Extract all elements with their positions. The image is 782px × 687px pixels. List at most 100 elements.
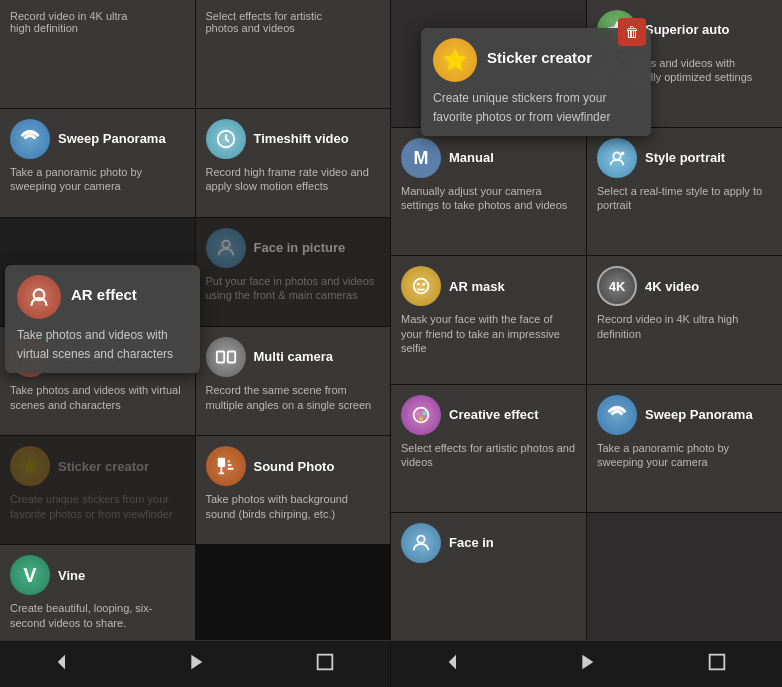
creative-desc: Select effects for artistic photos and v…	[401, 441, 576, 470]
svg-marker-5	[21, 457, 39, 474]
svg-point-15	[422, 283, 425, 286]
grid-item-sweep-panorama[interactable]: Sweep Panorama Take a panoramic photo by…	[0, 109, 195, 217]
item-header-sweep: Sweep Panorama	[10, 119, 185, 159]
item-header-timeshift: Timeshift video	[206, 119, 381, 159]
grid-item-manual[interactable]: M Manual Manually adjust your camera set…	[391, 128, 586, 255]
bottom-nav-area	[0, 640, 782, 687]
sweep-right-title: Sweep Panorama	[645, 407, 753, 423]
superior-title: Superior auto	[645, 22, 730, 38]
item-header-face: Face in picture	[206, 228, 381, 268]
grid-item-face-picture[interactable]: Face in picture Put your face in photos …	[196, 218, 391, 326]
grid-item-creative-partial[interactable]: Select effects for artisticphotos and vi…	[196, 0, 391, 108]
svg-point-14	[417, 283, 420, 286]
manual-title: Manual	[449, 150, 494, 166]
item-header-ar-mask: AR mask	[401, 266, 576, 306]
item-header-ar: AR effect	[10, 337, 185, 377]
svg-marker-23	[191, 654, 202, 669]
multi-desc: Record the same scene from multiple angl…	[206, 383, 381, 412]
grid-item-ar-effect[interactable]: AR effect Take photos and videos with vi…	[0, 327, 195, 435]
multi-icon	[206, 337, 246, 377]
svg-rect-4	[227, 352, 234, 363]
right-nav-bar	[391, 640, 782, 687]
creative-icon	[401, 395, 441, 435]
sticker-left-desc: Create unique stickers from your favorit…	[10, 492, 185, 521]
ar-mask-desc: Mask your face with the face of your fri…	[401, 312, 576, 355]
svg-point-12	[621, 152, 625, 156]
sweep-title: Sweep Panorama	[58, 131, 166, 147]
item-header-creative: Creative effect	[401, 395, 576, 435]
svg-point-19	[419, 416, 424, 421]
sound-desc: Take photos with background sound (birds…	[206, 492, 381, 521]
sweep-right-desc: Take a panoramic photo by sweeping your …	[597, 441, 772, 470]
manual-desc: Manually adjust your camera settings to …	[401, 184, 576, 213]
item-header-4k: 4K 4K video	[597, 266, 772, 306]
left-home-btn[interactable]	[294, 643, 356, 686]
grid-item-face-empty	[0, 218, 195, 326]
svg-rect-3	[216, 352, 223, 363]
partial-text-4k: Record video in 4K ultrahigh definition	[10, 10, 185, 34]
grid-item-sweep-right[interactable]: Sweep Panorama Take a panoramic photo by…	[587, 385, 782, 512]
sticker-left-title: Sticker creator	[58, 459, 149, 475]
manual-icon: M	[401, 138, 441, 178]
4k-title: 4K video	[645, 279, 699, 295]
item-header-face-right: Face in	[401, 523, 576, 563]
4k-icon: 4K	[597, 266, 637, 306]
face-desc: Put your face in photos and videos using…	[206, 274, 381, 303]
face-right-title: Face in	[449, 535, 494, 551]
timeshift-title: Timeshift video	[254, 131, 349, 147]
grid-item-timeshift[interactable]: Timeshift video Record high frame rate v…	[196, 109, 391, 217]
right-grid: Superior auto Take photos and videos wit…	[391, 0, 782, 640]
left-back-btn[interactable]	[34, 643, 96, 686]
grid-item-superior-partial	[391, 0, 586, 127]
superior-desc: Take photos and videos with automaticall…	[597, 56, 772, 85]
grid-item-creative-effect[interactable]: Creative effect Select effects for artis…	[391, 385, 586, 512]
svg-marker-10	[608, 21, 626, 38]
timeshift-desc: Record high frame rate video and apply s…	[206, 165, 381, 194]
item-header-superior: Superior auto	[597, 10, 772, 50]
left-grid: Record video in 4K ultrahigh definition …	[0, 0, 390, 640]
sticker-left-icon	[10, 446, 50, 486]
grid-item-style-portrait[interactable]: Style portrait Select a real-time style …	[587, 128, 782, 255]
grid-item-vine[interactable]: V Vine Create beautiful, looping, six-se…	[0, 545, 195, 640]
item-header-manual: M Manual	[401, 138, 576, 178]
style-icon	[597, 138, 637, 178]
sweep-right-icon	[597, 395, 637, 435]
ar-effect-icon	[10, 337, 50, 377]
grid-item-face-right[interactable]: Face in	[391, 513, 586, 640]
grid-item-record-4k-partial[interactable]: Record video in 4K ultrahigh definition	[0, 0, 195, 108]
sound-icon	[206, 446, 246, 486]
grid-item-ar-mask[interactable]: AR mask Mask your face with the face of …	[391, 256, 586, 383]
grid-item-sticker-left[interactable]: Sticker creator Create unique stickers f…	[0, 436, 195, 544]
vine-desc: Create beautiful, looping, six-second vi…	[10, 601, 185, 630]
item-header-vine: V Vine	[10, 555, 185, 595]
ar-mask-icon	[401, 266, 441, 306]
grid-item-placeholder-right	[587, 513, 782, 640]
sweep-icon	[10, 119, 50, 159]
vine-icon: V	[10, 555, 50, 595]
item-header-sticker-left: Sticker creator	[10, 446, 185, 486]
right-back-btn[interactable]	[425, 643, 487, 686]
svg-point-20	[417, 535, 424, 542]
multi-title: Multi camera	[254, 349, 333, 365]
grid-item-sound-photo[interactable]: Sound Photo Take photos with background …	[196, 436, 391, 544]
grid-item-4k-video[interactable]: 4K 4K video Record video in 4K ultra hig…	[587, 256, 782, 383]
svg-rect-24	[318, 654, 333, 669]
4k-desc: Record video in 4K ultra high definition	[597, 312, 772, 341]
creative-title: Creative effect	[449, 407, 539, 423]
face-icon	[206, 228, 246, 268]
ar-effect-title: AR effect	[58, 349, 115, 365]
ar-effect-desc: Take photos and videos with virtual scen…	[10, 383, 185, 412]
grid-item-superior-auto[interactable]: Superior auto Take photos and videos wit…	[587, 0, 782, 127]
svg-point-18	[422, 410, 427, 415]
grid-item-multi-camera[interactable]: Multi camera Record the same scene from …	[196, 327, 391, 435]
face-right-icon	[401, 523, 441, 563]
right-home-btn[interactable]	[686, 643, 748, 686]
style-desc: Select a real-time style to apply to por…	[597, 184, 772, 213]
svg-point-11	[613, 153, 620, 160]
svg-point-17	[415, 410, 420, 415]
right-forward-btn[interactable]	[555, 643, 617, 686]
left-forward-btn[interactable]	[164, 643, 226, 686]
svg-marker-26	[583, 654, 594, 669]
style-title: Style portrait	[645, 150, 725, 166]
right-screen: Superior auto Take photos and videos wit…	[391, 0, 782, 640]
